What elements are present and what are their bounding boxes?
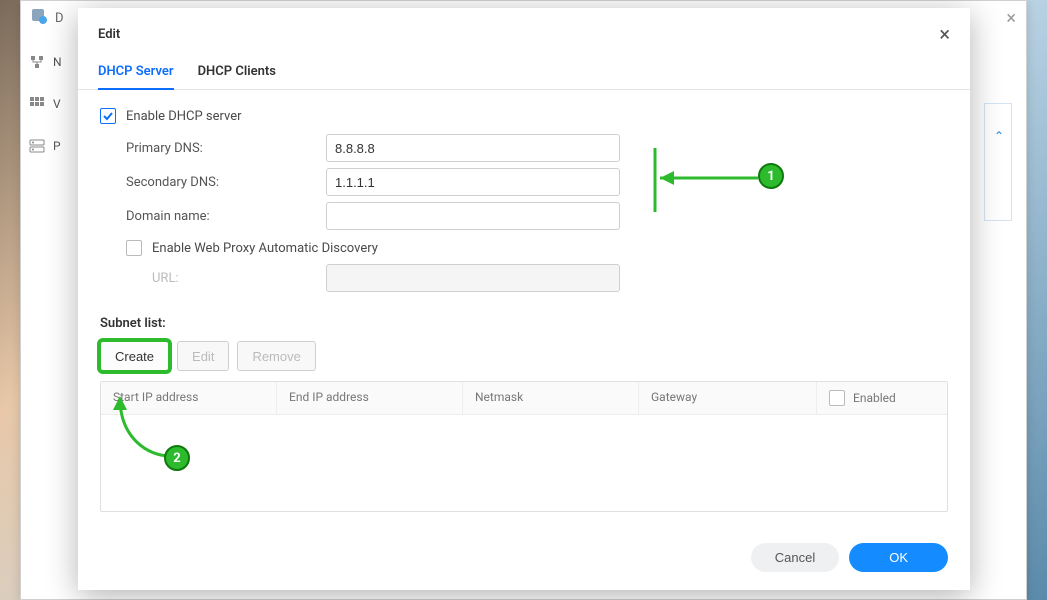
enable-wpad-row: Enable Web Proxy Automatic Discovery [126, 240, 948, 256]
edit-button: Edit [177, 341, 229, 371]
table-body-empty [101, 415, 947, 511]
secondary-dns-input[interactable] [326, 168, 620, 196]
secondary-dns-row: Secondary DNS: [126, 168, 948, 196]
tab-dhcp-server[interactable]: DHCP Server [98, 54, 174, 89]
enable-wpad-label: Enable Web Proxy Automatic Discovery [152, 241, 378, 256]
secondary-dns-label: Secondary DNS: [126, 175, 326, 190]
enabled-header-checkbox[interactable] [829, 390, 845, 406]
table-header: Start IP address End IP address Netmask … [101, 382, 947, 415]
col-start-ip[interactable]: Start IP address [101, 382, 277, 414]
tab-dhcp-clients[interactable]: DHCP Clients [198, 54, 276, 89]
col-enabled[interactable]: Enabled [817, 382, 947, 414]
bg-close-icon[interactable]: × [1006, 8, 1016, 29]
enable-dhcp-label: Enable DHCP server [126, 109, 242, 124]
enable-wpad-checkbox[interactable] [126, 240, 142, 256]
url-label: URL: [152, 271, 326, 286]
edit-dialog: Edit × DHCP Server DHCP Clients Enable D… [78, 8, 970, 590]
col-enabled-label: Enabled [853, 391, 896, 405]
network-icon [29, 54, 45, 70]
url-input [326, 264, 620, 292]
col-netmask[interactable]: Netmask [463, 382, 639, 414]
domain-name-row: Domain name: [126, 202, 948, 230]
subnet-table: Start IP address End IP address Netmask … [100, 381, 948, 512]
dialog-title: Edit [98, 27, 120, 42]
bg-sidebar-label: N [53, 55, 62, 69]
enable-dhcp-row: Enable DHCP server [100, 108, 948, 124]
close-icon[interactable]: × [939, 22, 950, 46]
enable-dhcp-checkbox[interactable] [100, 108, 116, 124]
domain-name-input[interactable] [326, 202, 620, 230]
bg-sidebar-label: V [53, 97, 61, 111]
subnet-buttons: Create Edit Remove [100, 341, 948, 371]
domain-name-label: Domain name: [126, 209, 326, 224]
grid-icon [29, 96, 45, 112]
subnet-list-title: Subnet list: [100, 316, 948, 331]
server-icon [29, 138, 45, 154]
remove-button: Remove [237, 341, 315, 371]
tabs: DHCP Server DHCP Clients [78, 54, 970, 90]
primary-dns-row: Primary DNS: [126, 134, 948, 162]
primary-dns-input[interactable] [326, 134, 620, 162]
ok-button[interactable]: OK [849, 543, 948, 572]
chevron-up-icon[interactable]: ⌃ [994, 129, 1004, 143]
col-gateway[interactable]: Gateway [639, 382, 817, 414]
bg-sidebar-label: P [53, 139, 61, 153]
bg-title: D [55, 11, 64, 26]
app-icon [31, 7, 49, 29]
dialog-header: Edit × [78, 8, 970, 54]
cancel-button[interactable]: Cancel [751, 543, 839, 572]
col-end-ip[interactable]: End IP address [277, 382, 463, 414]
primary-dns-label: Primary DNS: [126, 141, 326, 156]
bg-right-panel [984, 103, 1012, 221]
url-row: URL: [152, 264, 948, 292]
create-button[interactable]: Create [100, 341, 169, 371]
dialog-footer: Cancel OK [78, 529, 970, 590]
dialog-content: Enable DHCP server Primary DNS: Secondar… [78, 90, 970, 529]
